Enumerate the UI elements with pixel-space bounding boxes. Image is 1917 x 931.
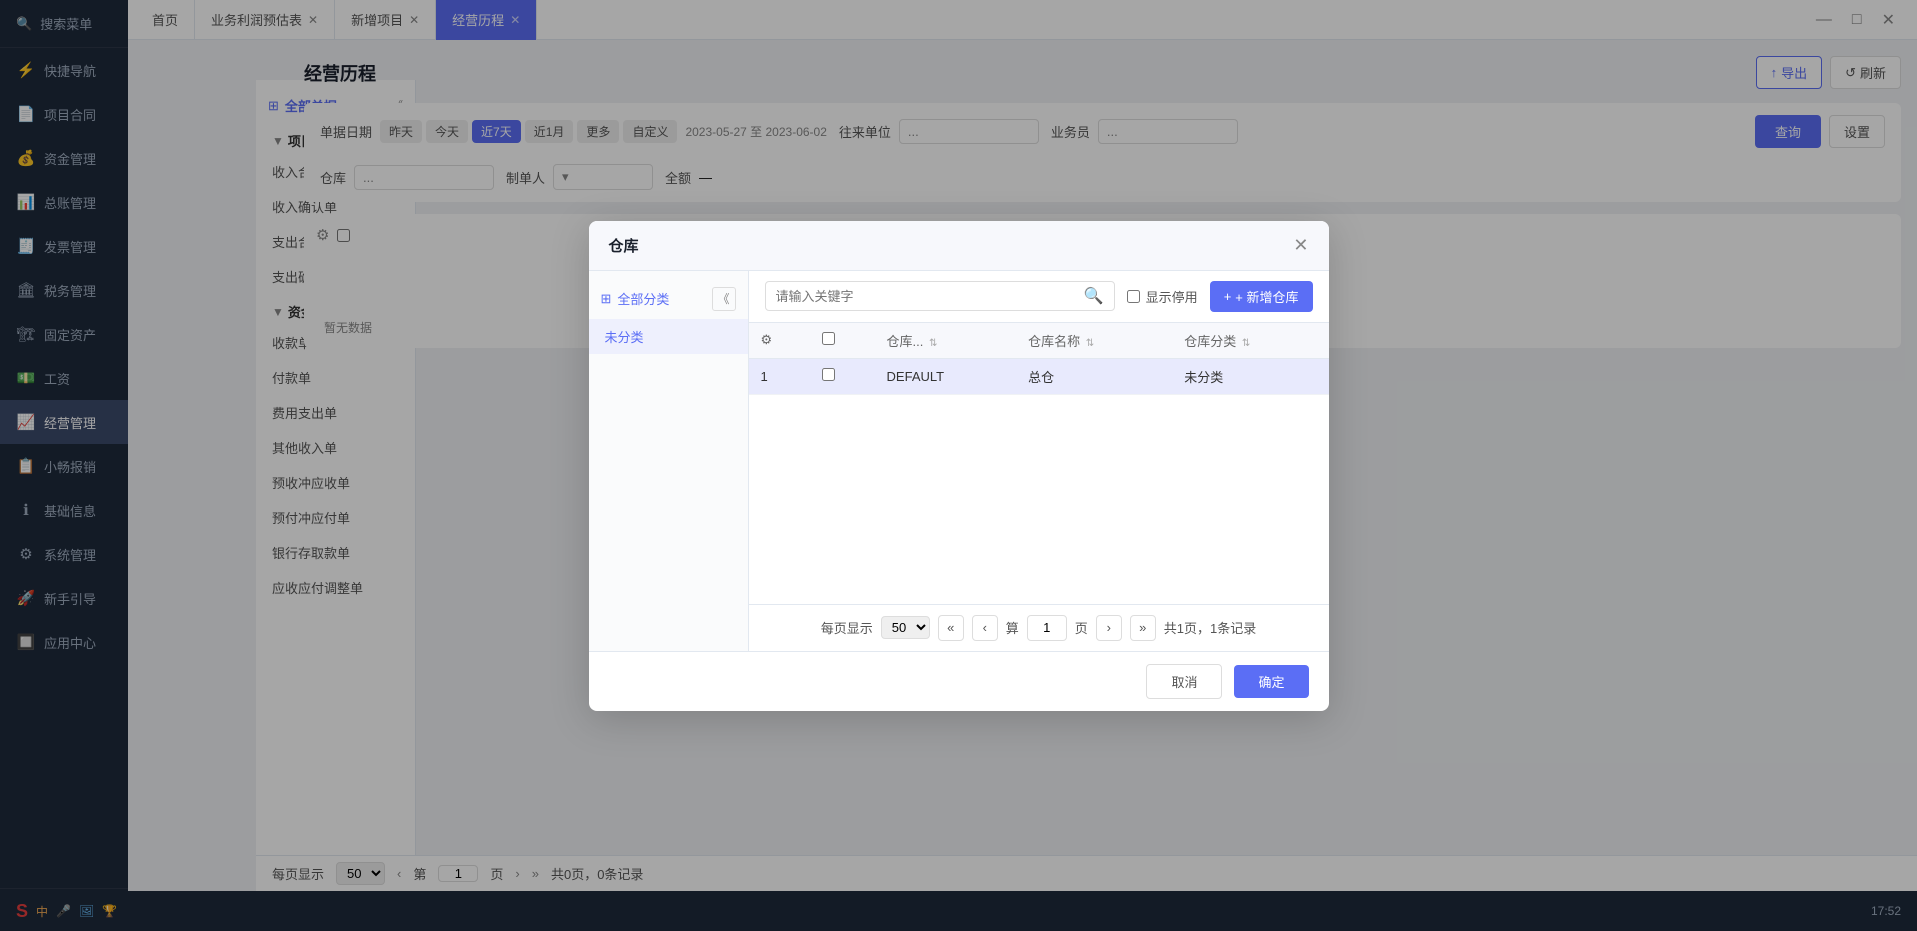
- add-warehouse-label: + 新增仓库: [1235, 287, 1298, 306]
- page-unit: 页: [1075, 618, 1088, 637]
- modal-per-page-select[interactable]: 50: [881, 616, 930, 639]
- modal-last-page-btn[interactable]: »: [1130, 615, 1156, 641]
- modal-close-btn[interactable]: ✕: [1293, 235, 1308, 256]
- col-checkbox-header[interactable]: [810, 323, 874, 359]
- modal-next-page-btn[interactable]: ›: [1096, 615, 1122, 641]
- all-category-label: 全部分类: [617, 289, 669, 308]
- row-index: 1: [749, 358, 811, 394]
- plus-icon: +: [1224, 289, 1232, 304]
- row-checkbox[interactable]: [810, 358, 874, 394]
- page-label: 算: [1006, 618, 1019, 637]
- row-code: DEFAULT: [875, 358, 1017, 394]
- sort-icon: ⇅: [929, 338, 937, 349]
- modal-actions: 取消 确定: [589, 651, 1329, 711]
- table-select-all[interactable]: [822, 332, 835, 345]
- table-row[interactable]: 1 DEFAULT 总仓 未分类: [749, 358, 1329, 394]
- show-disabled-text: 显示停用: [1146, 287, 1198, 306]
- per-page-label: 每页显示: [821, 618, 873, 637]
- modal-first-page-btn[interactable]: «: [938, 615, 964, 641]
- confirm-button[interactable]: 确定: [1234, 665, 1308, 698]
- uncategorized-label: 未分类: [605, 330, 644, 345]
- col-settings-header[interactable]: ⚙: [749, 323, 811, 359]
- show-disabled-checkbox[interactable]: [1127, 290, 1140, 303]
- modal-total-info: 共1页，1条记录: [1164, 618, 1256, 637]
- cancel-button[interactable]: 取消: [1146, 664, 1222, 699]
- modal-title: 仓库: [609, 235, 639, 256]
- modal-table: ⚙ 仓库... ⇅ 仓库名称 ⇅: [749, 323, 1329, 604]
- col-category-header[interactable]: 仓库分类 ⇅: [1172, 323, 1328, 359]
- row-name: 总仓: [1016, 358, 1172, 394]
- grid-small-icon: ⊞: [601, 291, 612, 307]
- settings-icon: ⚙: [761, 332, 773, 347]
- modal-collapse-sidebar-btn[interactable]: 《: [712, 287, 736, 311]
- modal-sidebar-uncategorized[interactable]: 未分类: [589, 319, 748, 354]
- sort-icon: ⇅: [1242, 338, 1250, 349]
- modal-header: 仓库 ✕: [589, 221, 1329, 271]
- modal-sidebar-all-category[interactable]: ⊞ 全部分类 《: [589, 279, 748, 319]
- show-disabled-label[interactable]: 显示停用: [1127, 287, 1198, 306]
- modal-sidebar: ⊞ 全部分类 《 未分类: [589, 271, 749, 651]
- col-code-header[interactable]: 仓库... ⇅: [875, 323, 1017, 359]
- warehouse-modal: 仓库 ✕ ⊞ 全部分类 《 未分类 🔍: [589, 221, 1329, 711]
- modal-prev-page-btn[interactable]: ‹: [972, 615, 998, 641]
- modal-page-input[interactable]: [1027, 615, 1067, 641]
- search-icon: 🔍: [1084, 286, 1104, 306]
- modal-main: 🔍 显示停用 + + 新增仓库 ⚙: [749, 271, 1329, 651]
- row-category: 未分类: [1172, 358, 1328, 394]
- modal-search-box[interactable]: 🔍: [765, 281, 1115, 311]
- modal-pagination: 每页显示 50 « ‹ 算 页 › » 共1页，1条记: [749, 604, 1329, 651]
- sort-icon: ⇅: [1086, 338, 1094, 349]
- modal-body: ⊞ 全部分类 《 未分类 🔍 显示停用: [589, 271, 1329, 651]
- modal-search-input[interactable]: [776, 289, 1078, 304]
- modal-toolbar: 🔍 显示停用 + + 新增仓库: [749, 271, 1329, 323]
- col-name-header[interactable]: 仓库名称 ⇅: [1016, 323, 1172, 359]
- add-warehouse-button[interactable]: + + 新增仓库: [1210, 281, 1313, 312]
